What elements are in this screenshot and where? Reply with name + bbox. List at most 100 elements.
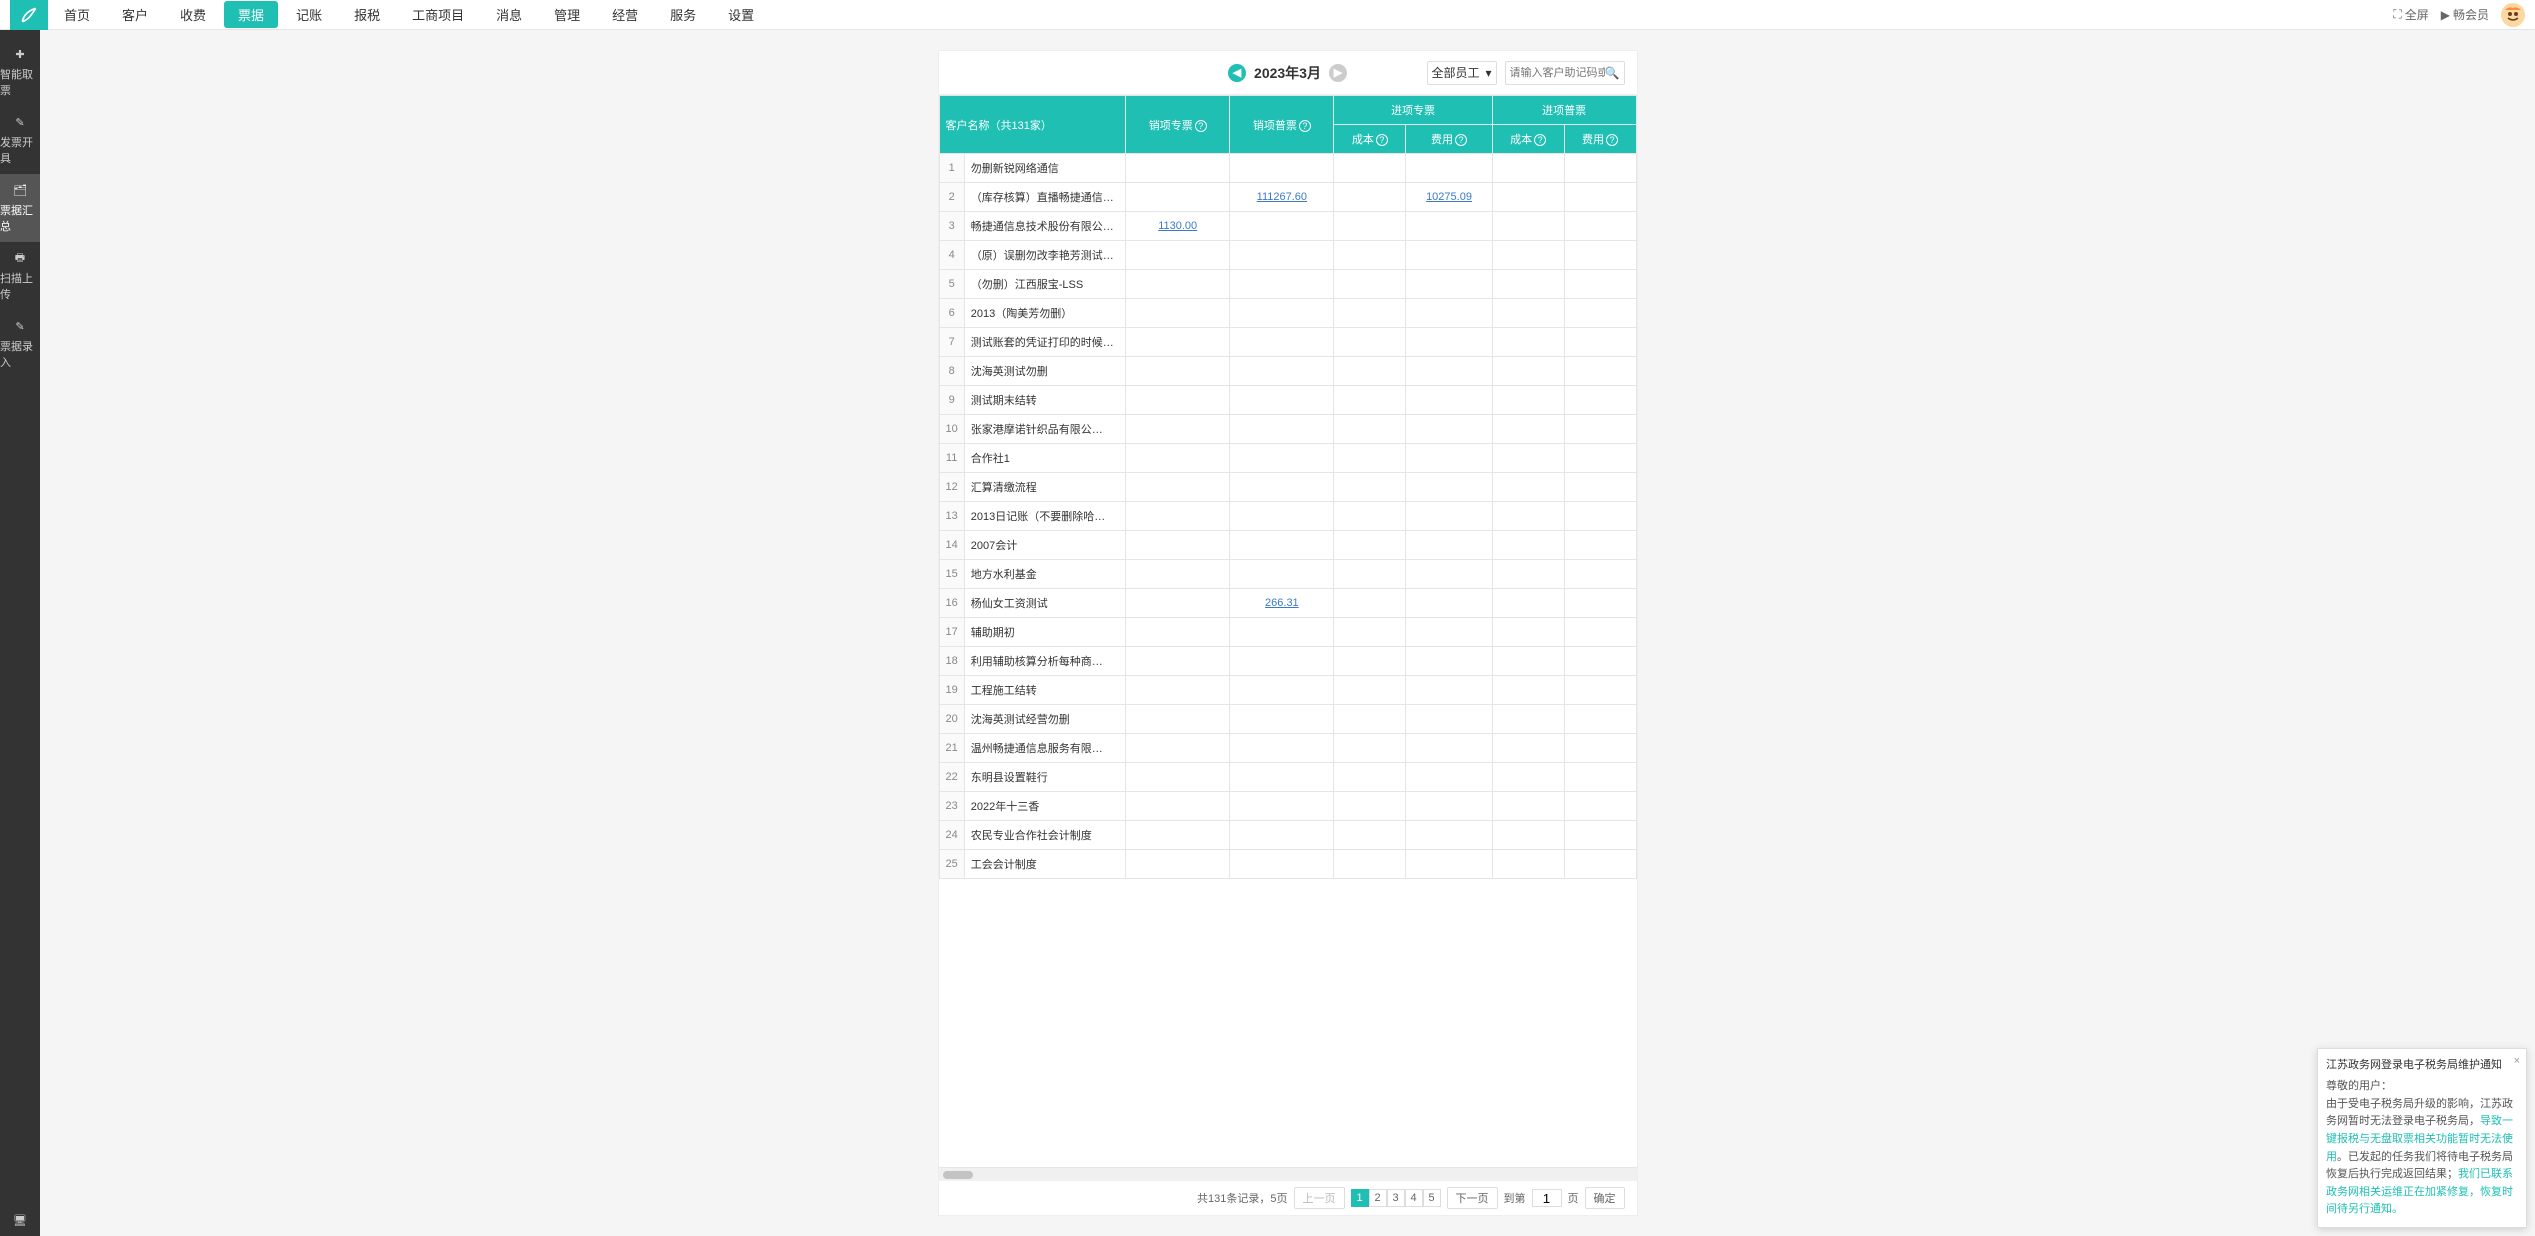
customer-name[interactable]: 沈海英测试勿删: [964, 357, 1125, 386]
nav-item-0[interactable]: 首页: [50, 1, 104, 28]
next-page-button[interactable]: 下一页: [1447, 1187, 1498, 1209]
table-row[interactable]: 25工会会计制度: [939, 850, 1636, 879]
nav-item-8[interactable]: 管理: [540, 1, 594, 28]
table-row[interactable]: 132013日记账（不要删除哈…: [939, 502, 1636, 531]
value-link[interactable]: 111267.60: [1257, 191, 1307, 203]
table-row[interactable]: 10张家港摩诺针织品有限公…: [939, 415, 1636, 444]
table-row[interactable]: 5（勿删）江西服宝-LSS: [939, 270, 1636, 299]
table-row[interactable]: 21温州畅捷通信息服务有限…: [939, 734, 1636, 763]
table-row[interactable]: 15地方水利基金: [939, 560, 1636, 589]
sidebar-item-label: 发票开具: [0, 134, 40, 166]
next-month-button[interactable]: ▶: [1329, 64, 1347, 82]
table-row[interactable]: 2（库存核算）直播畅捷通信…111267.6010275.09: [939, 183, 1636, 212]
customer-name[interactable]: 勿删新锐网络通信: [964, 154, 1125, 183]
sidebar-monitor[interactable]: 🖥: [0, 1204, 40, 1236]
customer-name[interactable]: 沈海英测试经营勿删: [964, 705, 1125, 734]
customer-name[interactable]: 杨仙女工资测试: [964, 589, 1125, 618]
table-row[interactable]: 9测试期末结转: [939, 386, 1636, 415]
customer-name[interactable]: 2022年十三香: [964, 792, 1125, 821]
nav-item-11[interactable]: 设置: [714, 1, 768, 28]
customer-name[interactable]: （勿删）江西服宝-LSS: [964, 270, 1125, 299]
customer-name[interactable]: 合作社1: [964, 444, 1125, 473]
table-row[interactable]: 142007会计: [939, 531, 1636, 560]
table-row[interactable]: 20沈海英测试经营勿删: [939, 705, 1636, 734]
table-row[interactable]: 16杨仙女工资测试266.31: [939, 589, 1636, 618]
table-row[interactable]: 17辅助期初: [939, 618, 1636, 647]
sidebar-item-4[interactable]: ✎票据录入: [0, 310, 40, 378]
confirm-page-button[interactable]: 确定: [1585, 1187, 1625, 1209]
customer-name[interactable]: 畅捷通信息技术股份有限公…: [964, 212, 1125, 241]
sidebar-item-2[interactable]: 🗂票据汇总: [0, 174, 40, 242]
help-icon[interactable]: ?: [1299, 120, 1311, 132]
table-row[interactable]: 3畅捷通信息技术股份有限公…1130.00: [939, 212, 1636, 241]
value-link[interactable]: 266.31: [1265, 597, 1299, 609]
page-input[interactable]: [1532, 1189, 1562, 1207]
customer-name[interactable]: 2007会计: [964, 531, 1125, 560]
search-icon[interactable]: 🔍: [1605, 66, 1620, 80]
table-row[interactable]: 62013（陶美芳勿删）: [939, 299, 1636, 328]
help-icon[interactable]: ?: [1455, 134, 1467, 146]
employee-select[interactable]: 全部员工 ▾: [1427, 61, 1497, 85]
nav-item-6[interactable]: 工商项目: [398, 1, 478, 28]
table-row[interactable]: 24农民专业合作社会计制度: [939, 821, 1636, 850]
nav-item-3[interactable]: 票据: [224, 1, 278, 28]
customer-name[interactable]: 测试账套的凭证打印的时候…: [964, 328, 1125, 357]
customer-name[interactable]: 2013（陶美芳勿删）: [964, 299, 1125, 328]
page-number[interactable]: 3: [1387, 1189, 1405, 1207]
prev-month-button[interactable]: ◀: [1228, 64, 1246, 82]
close-icon[interactable]: ×: [2514, 1053, 2520, 1071]
help-icon[interactable]: ?: [1376, 134, 1388, 146]
customer-name[interactable]: 东明县设置鞋行: [964, 763, 1125, 792]
sidebar-item-0[interactable]: ✚智能取票: [0, 38, 40, 106]
customer-name[interactable]: 工会会计制度: [964, 850, 1125, 879]
search-input[interactable]: [1510, 67, 1605, 79]
nav-item-7[interactable]: 消息: [482, 1, 536, 28]
customer-name[interactable]: （库存核算）直播畅捷通信…: [964, 183, 1125, 212]
customer-name[interactable]: 地方水利基金: [964, 560, 1125, 589]
table-row[interactable]: 19工程施工结转: [939, 676, 1636, 705]
help-icon[interactable]: ?: [1534, 134, 1546, 146]
customer-name[interactable]: 测试期末结转: [964, 386, 1125, 415]
customer-name[interactable]: （原）误删勿改李艳芳测试账…: [964, 241, 1125, 270]
row-index: 5: [939, 270, 964, 299]
customer-name[interactable]: 张家港摩诺针织品有限公…: [964, 415, 1125, 444]
customer-name[interactable]: 辅助期初: [964, 618, 1125, 647]
horizontal-scrollbar[interactable]: [939, 1167, 1637, 1181]
customer-name[interactable]: 温州畅捷通信息服务有限…: [964, 734, 1125, 763]
help-icon[interactable]: ?: [1606, 134, 1618, 146]
table-row[interactable]: 1勿删新锐网络通信: [939, 154, 1636, 183]
avatar[interactable]: [2501, 3, 2525, 27]
table-row[interactable]: 8沈海英测试勿删: [939, 357, 1636, 386]
sidebar-item-1[interactable]: ✎发票开具: [0, 106, 40, 174]
nav-item-9[interactable]: 经营: [598, 1, 652, 28]
table-row[interactable]: 12汇算清缴流程: [939, 473, 1636, 502]
member-button[interactable]: ▶ 畅会员: [2441, 6, 2489, 23]
page-number[interactable]: 2: [1369, 1189, 1387, 1207]
customer-name[interactable]: 2013日记账（不要删除哈…: [964, 502, 1125, 531]
nav-item-10[interactable]: 服务: [656, 1, 710, 28]
page-number[interactable]: 1: [1351, 1189, 1369, 1207]
nav-item-2[interactable]: 收费: [166, 1, 220, 28]
customer-name[interactable]: 汇算清缴流程: [964, 473, 1125, 502]
value-link[interactable]: 1130.00: [1158, 220, 1197, 232]
table-row[interactable]: 232022年十三香: [939, 792, 1636, 821]
prev-page-button[interactable]: 上一页: [1294, 1187, 1345, 1209]
nav-item-5[interactable]: 报税: [340, 1, 394, 28]
page-number[interactable]: 4: [1405, 1189, 1423, 1207]
customer-name[interactable]: 农民专业合作社会计制度: [964, 821, 1125, 850]
table-row[interactable]: 18利用辅助核算分析每种商…: [939, 647, 1636, 676]
fullscreen-button[interactable]: ⛶ 全屏: [2393, 6, 2428, 23]
table-row[interactable]: 4（原）误删勿改李艳芳测试账…: [939, 241, 1636, 270]
help-icon[interactable]: ?: [1195, 120, 1207, 132]
th-fee1: 费用?: [1406, 125, 1492, 154]
table-row[interactable]: 11合作社1: [939, 444, 1636, 473]
sidebar-item-3[interactable]: 🖶扫描上传: [0, 242, 40, 310]
page-number[interactable]: 5: [1423, 1189, 1441, 1207]
nav-item-4[interactable]: 记账: [282, 1, 336, 28]
table-row[interactable]: 22东明县设置鞋行: [939, 763, 1636, 792]
nav-item-1[interactable]: 客户: [108, 1, 162, 28]
customer-name[interactable]: 工程施工结转: [964, 676, 1125, 705]
table-row[interactable]: 7测试账套的凭证打印的时候…: [939, 328, 1636, 357]
value-link[interactable]: 10275.09: [1426, 191, 1472, 203]
customer-name[interactable]: 利用辅助核算分析每种商…: [964, 647, 1125, 676]
